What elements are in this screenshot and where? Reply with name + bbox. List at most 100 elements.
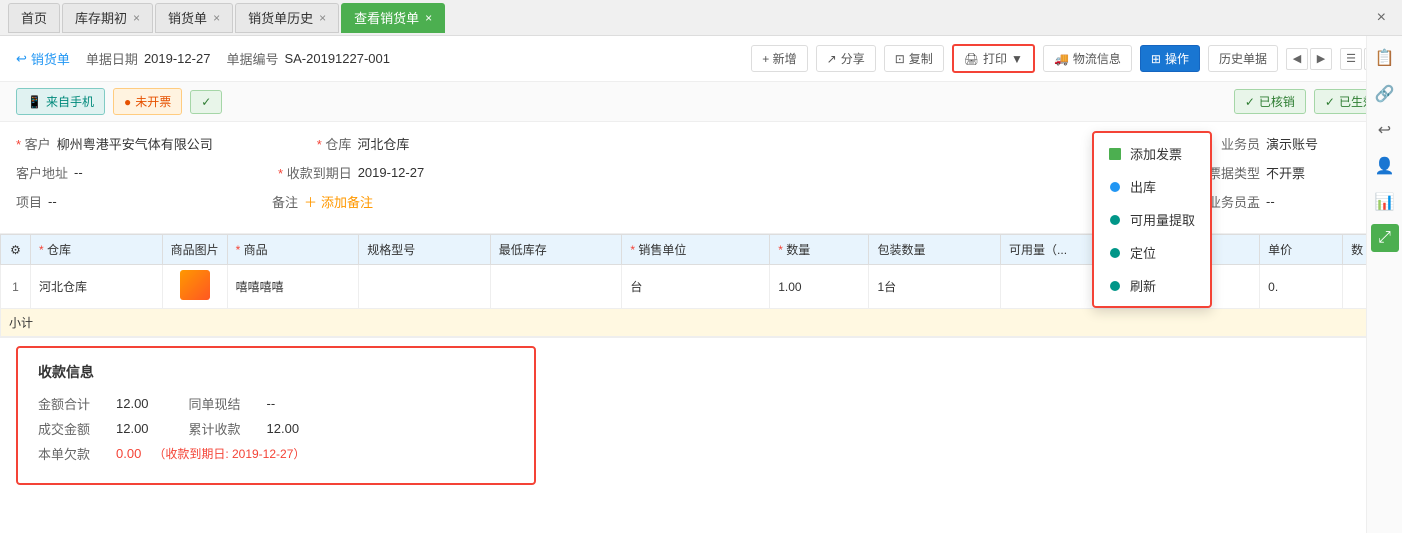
- tab-sales-history[interactable]: 销货单历史 ×: [235, 3, 339, 33]
- note-label: 备注: [272, 192, 298, 211]
- close-all-button[interactable]: ×: [1369, 5, 1394, 31]
- close-tab-history[interactable]: ×: [319, 11, 326, 25]
- row-pack-qty: 1台: [869, 265, 1001, 309]
- th-gear[interactable]: ⚙: [1, 235, 31, 265]
- available-qty-item[interactable]: 可用量提取: [1094, 203, 1210, 236]
- warehouse-label: 仓库: [317, 134, 352, 153]
- doc-date-label: 单据日期: [86, 49, 138, 68]
- payment-row-3: 本单欠款 0.00 （收款到期日: 2019-12-27）: [38, 444, 514, 463]
- list-view-btn[interactable]: ☰: [1340, 48, 1362, 70]
- deal-amount-field: 成交金额 12.00: [38, 419, 149, 438]
- doc-type-badge: ↩ 销货单: [16, 49, 70, 68]
- share-icon: ↗: [827, 52, 837, 66]
- tab-home[interactable]: 首页: [8, 3, 60, 33]
- locate-label: 定位: [1130, 243, 1156, 262]
- add-invoice-label: 添加发票: [1130, 144, 1182, 163]
- doc-info: 单据日期 2019-12-27 单据编号 SA-20191227-001: [86, 49, 390, 68]
- close-tab-inventory[interactable]: ×: [133, 11, 140, 25]
- doc-number-field: 单据编号 SA-20191227-001: [226, 49, 390, 68]
- salesperson-field: 业务员盂 --: [1199, 192, 1386, 211]
- th-unit-price: 单价: [1260, 235, 1343, 265]
- total-amount-label: 金额合计: [38, 394, 108, 413]
- address-label: 客户地址: [16, 163, 68, 182]
- sidebar-user-icon[interactable]: 👤: [1371, 152, 1399, 180]
- sidebar-copy-icon[interactable]: 📋: [1371, 44, 1399, 72]
- nav-arrows: ◀ ▶: [1286, 48, 1332, 70]
- next-arrow[interactable]: ▶: [1310, 48, 1332, 70]
- locate-item[interactable]: 定位: [1094, 236, 1210, 269]
- add-invoice-icon: [1108, 147, 1122, 161]
- sold-badge[interactable]: ✓ 已核销: [1234, 89, 1306, 114]
- cumulative-field: 累计收款 12.00: [189, 419, 300, 438]
- project-value: --: [48, 194, 168, 209]
- due-date-field: 收款到期日 2019-12-27: [278, 163, 478, 182]
- check-circle-icon: ✓: [1245, 95, 1255, 109]
- print-dropdown-icon: ▼: [1011, 52, 1023, 66]
- project-label: 项目: [16, 192, 42, 211]
- copy-button[interactable]: ⊡ 复制: [884, 45, 944, 72]
- operations-icon: ⊞: [1151, 52, 1161, 66]
- add-note-button[interactable]: ＋ 添加备注: [304, 192, 373, 211]
- customer-value[interactable]: 柳州粤港平安气体有限公司: [57, 134, 213, 153]
- address-value: --: [74, 165, 194, 180]
- close-tab-sales[interactable]: ×: [213, 11, 220, 25]
- logistics-icon: 🚚: [1054, 52, 1069, 66]
- check-btn[interactable]: ✓: [190, 90, 222, 114]
- customer-field: 客户 柳州粤港平安气体有限公司: [16, 134, 213, 153]
- cumulative-label: 累计收款: [189, 419, 259, 438]
- row-spec: [359, 265, 491, 309]
- right-sidebar: 📋 🔗 ↩ 👤 📊 ⤢: [1366, 36, 1402, 533]
- outbound-label: 出库: [1130, 177, 1156, 196]
- th-min-stock: 最低库存: [490, 235, 622, 265]
- from-phone-btn[interactable]: 📱 来自手机: [16, 88, 105, 115]
- new-button[interactable]: + 新增: [751, 45, 807, 72]
- staff-field: 业务员 演示账号: [1221, 134, 1386, 153]
- warehouse-value[interactable]: 河北仓库: [357, 134, 477, 153]
- not-opened-btn[interactable]: ● 未开票: [113, 88, 182, 115]
- doc-date-value: 2019-12-27: [144, 51, 211, 66]
- doc-number-label: 单据编号: [226, 49, 278, 68]
- ticket-type-field: 票据类型 不开票: [1199, 163, 1386, 182]
- tab-view-sales[interactable]: 查看销货单 ×: [341, 3, 445, 33]
- customer-label: 客户: [16, 134, 51, 153]
- th-spec: 规格型号: [359, 235, 491, 265]
- copy-icon: ⊡: [895, 52, 905, 66]
- logistics-button[interactable]: 🚚 物流信息: [1043, 45, 1132, 72]
- tab-bar: 首页 库存期初 × 销货单 × 销货单历史 × 查看销货单 × ×: [0, 0, 1402, 36]
- history-button[interactable]: 历史单据: [1208, 45, 1278, 72]
- sidebar-link-icon[interactable]: 🔗: [1371, 80, 1399, 108]
- payment-row-1: 金额合计 12.00 同单现结 --: [38, 394, 514, 413]
- available-qty-label: 可用量提取: [1130, 210, 1195, 229]
- warehouse-field: 仓库 河北仓库: [317, 134, 478, 153]
- prev-arrow[interactable]: ◀: [1286, 48, 1308, 70]
- outbound-item[interactable]: 出库: [1094, 170, 1210, 203]
- th-quantity: 数量: [770, 235, 869, 265]
- add-invoice-item[interactable]: 添加发票: [1094, 137, 1210, 170]
- close-tab-view-sales[interactable]: ×: [425, 11, 432, 25]
- print-button[interactable]: 🖨 打印 ▼: [952, 44, 1035, 73]
- subtotal-cell: 小计: [1, 309, 1402, 337]
- circle-blue-icon: [1110, 182, 1120, 192]
- phone-icon: 📱: [27, 95, 42, 109]
- sidebar-return-icon[interactable]: ↩: [1371, 116, 1399, 144]
- cumulative-value: 12.00: [267, 421, 300, 436]
- same-order-label: 同单现结: [189, 394, 259, 413]
- doc-header: ↩ 销货单 单据日期 2019-12-27 单据编号 SA-20191227-0…: [0, 36, 1402, 82]
- row-unit-price: 0.: [1260, 265, 1343, 309]
- share-button[interactable]: ↗ 分享: [816, 45, 876, 72]
- payment-info-box: 收款信息 金额合计 12.00 同单现结 -- 成交金额 12.00 累计收款 …: [16, 346, 536, 485]
- operations-button[interactable]: ⊞ 操作: [1140, 45, 1200, 72]
- sidebar-expand-icon[interactable]: ⤢: [1371, 224, 1399, 252]
- sidebar-chart-icon[interactable]: 📊: [1371, 188, 1399, 216]
- due-date-value[interactable]: 2019-12-27: [358, 165, 478, 180]
- overdue-value: 0.00: [116, 446, 141, 461]
- square-icon: [1109, 148, 1121, 160]
- payment-title: 收款信息: [38, 362, 514, 382]
- address-field: 客户地址 --: [16, 163, 194, 182]
- refresh-icon: [1108, 279, 1122, 293]
- tab-inventory-init[interactable]: 库存期初 ×: [62, 3, 153, 33]
- refresh-item[interactable]: 刷新: [1094, 269, 1210, 302]
- doc-date-field: 单据日期 2019-12-27: [86, 49, 211, 68]
- overdue-field: 本单欠款 0.00 （收款到期日: 2019-12-27）: [38, 444, 305, 463]
- tab-sales-order[interactable]: 销货单 ×: [155, 3, 233, 33]
